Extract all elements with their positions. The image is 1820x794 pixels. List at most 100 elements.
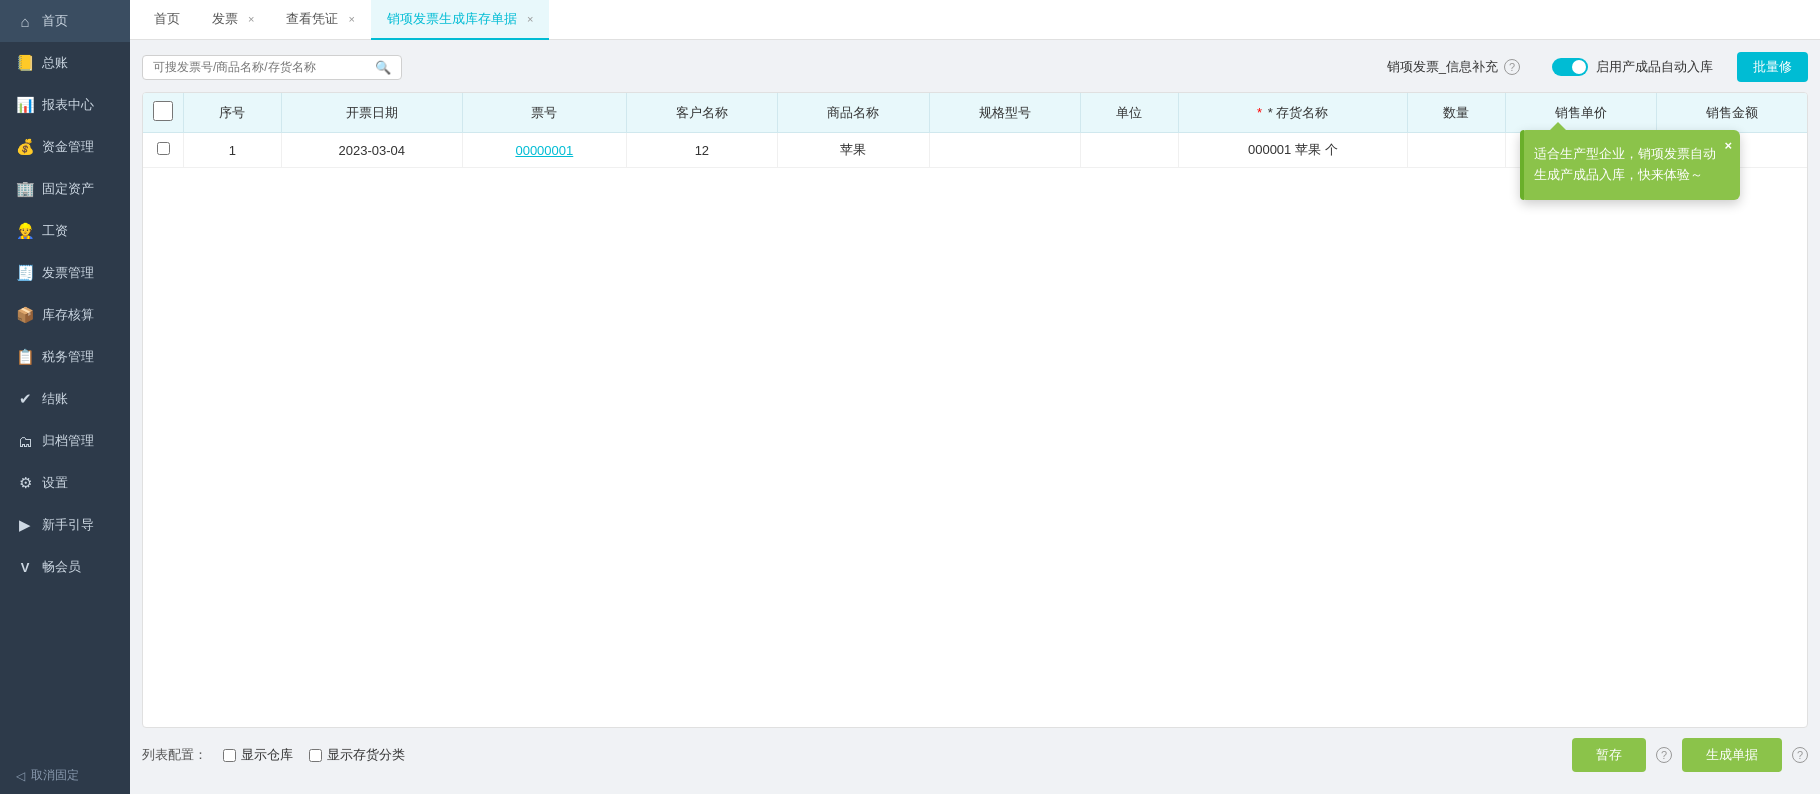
tooltip-close-button[interactable]: ×: [1724, 136, 1732, 157]
sidebar-item-label: 结账: [42, 390, 68, 408]
show-inventory-category-checkbox-item[interactable]: 显示存货分类: [309, 746, 405, 764]
sidebar-item-home[interactable]: ⌂ 首页: [0, 0, 130, 42]
search-input[interactable]: [153, 60, 369, 74]
assets-icon: 🏢: [16, 180, 34, 198]
show-warehouse-label: 显示仓库: [241, 746, 293, 764]
save-button[interactable]: 暂存: [1572, 738, 1646, 772]
tab-invoice-close[interactable]: ×: [248, 13, 254, 25]
sidebar-item-settlement[interactable]: ✔ 结账: [0, 378, 130, 420]
sidebar-item-ledger[interactable]: 📒 总账: [0, 42, 130, 84]
auto-instock-toggle[interactable]: [1552, 58, 1588, 76]
sidebar-item-inventory[interactable]: 📦 库存核算: [0, 294, 130, 336]
list-config-label: 列表配置：: [142, 746, 207, 764]
sidebar-item-label: 固定资产: [42, 180, 94, 198]
tab-bar: 首页 发票 × 查看凭证 × 销项发票生成库存单据 ×: [130, 0, 1820, 40]
toggle-label: 启用产成品自动入库: [1596, 58, 1713, 76]
tab-voucher-label: 查看凭证: [286, 10, 338, 28]
col-header-seq: 序号: [184, 93, 282, 133]
cell-number: 00000001: [463, 133, 627, 168]
tab-main-label: 销项发票生成库存单据: [387, 10, 517, 28]
unpin-icon: ◁: [16, 769, 25, 783]
toolbar-row: 🔍 销项发票_信息补充 ? 启用产成品自动入库 批量修: [142, 52, 1808, 82]
tab-main[interactable]: 销项发票生成库存单据 ×: [371, 0, 549, 40]
sidebar-item-label: 资金管理: [42, 138, 94, 156]
invoice-link[interactable]: 00000001: [515, 143, 573, 158]
col-header-unit: 单位: [1081, 93, 1179, 133]
archive-icon: 🗂: [16, 432, 34, 450]
sidebar-item-label: 报表中心: [42, 96, 94, 114]
save-help-icon[interactable]: ?: [1656, 747, 1672, 763]
row-checkbox[interactable]: [157, 142, 170, 155]
col-header-spec: 规格型号: [929, 93, 1080, 133]
col-header-checkbox: [143, 93, 184, 133]
tooltip-text: 适合生产型企业，销项发票自动生成产成品入库，快来体验～: [1534, 146, 1716, 182]
cell-inventory: 000001 苹果 个: [1178, 133, 1408, 168]
sidebar-item-label: 新手引导: [42, 516, 94, 534]
home-icon: ⌂: [16, 12, 34, 30]
sidebar: ⌂ 首页 📒 总账 📊 报表中心 💰 资金管理 🏢 固定资产 👷 工资 🧾 发票…: [0, 0, 130, 794]
select-all-checkbox[interactable]: [153, 101, 173, 121]
sidebar-item-label: 设置: [42, 474, 68, 492]
info-label-text: 销项发票_信息补充: [1387, 58, 1498, 76]
show-warehouse-checkbox[interactable]: [223, 749, 236, 762]
bottom-bar: 列表配置： 显示仓库 显示存货分类 暂存 ? 生成单据 ?: [142, 728, 1808, 782]
funds-icon: 💰: [16, 138, 34, 156]
sidebar-item-label: 首页: [42, 12, 68, 30]
show-inventory-category-checkbox[interactable]: [309, 749, 322, 762]
col-header-price: 销售单价: [1505, 93, 1656, 133]
info-help-icon[interactable]: ?: [1504, 59, 1520, 75]
toggle-area: 启用产成品自动入库: [1552, 58, 1713, 76]
sidebar-item-guide[interactable]: ▶ 新手引导: [0, 504, 130, 546]
inventory-icon: 📦: [16, 306, 34, 324]
generate-help-icon[interactable]: ?: [1792, 747, 1808, 763]
invoice-mgmt-icon: 🧾: [16, 264, 34, 282]
cell-checkbox: [143, 133, 184, 168]
sidebar-item-label: 库存核算: [42, 306, 94, 324]
sidebar-item-vip[interactable]: V 畅会员: [0, 546, 130, 588]
sidebar-item-funds[interactable]: 💰 资金管理: [0, 126, 130, 168]
show-warehouse-checkbox-item[interactable]: 显示仓库: [223, 746, 293, 764]
cell-product: 苹果: [778, 133, 929, 168]
sidebar-item-label: 归档管理: [42, 432, 94, 450]
batch-button[interactable]: 批量修: [1737, 52, 1808, 82]
tab-invoice[interactable]: 发票 ×: [196, 0, 270, 40]
col-header-qty: 数量: [1408, 93, 1506, 133]
sidebar-item-reports[interactable]: 📊 报表中心: [0, 84, 130, 126]
sidebar-item-invoice-mgmt[interactable]: 🧾 发票管理: [0, 252, 130, 294]
tab-invoice-label: 发票: [212, 10, 238, 28]
sidebar-item-tax[interactable]: 📋 税务管理: [0, 336, 130, 378]
col-header-date: 开票日期: [281, 93, 463, 133]
sidebar-item-label: 总账: [42, 54, 68, 72]
cell-spec: [929, 133, 1080, 168]
tab-main-close[interactable]: ×: [527, 13, 533, 25]
ledger-icon: 📒: [16, 54, 34, 72]
sidebar-bottom-label: 取消固定: [31, 767, 79, 784]
sidebar-item-labor[interactable]: 👷 工资: [0, 210, 130, 252]
sidebar-item-settings[interactable]: ⚙ 设置: [0, 462, 130, 504]
cell-customer: 12: [626, 133, 777, 168]
col-header-number: 票号: [463, 93, 627, 133]
col-header-inventory: * * 存货名称: [1178, 93, 1408, 133]
sidebar-item-label: 发票管理: [42, 264, 94, 282]
tax-icon: 📋: [16, 348, 34, 366]
settlement-icon: ✔: [16, 390, 34, 408]
labor-icon: 👷: [16, 222, 34, 240]
vip-icon: V: [16, 558, 34, 576]
generate-button[interactable]: 生成单据: [1682, 738, 1782, 772]
settings-icon: ⚙: [16, 474, 34, 492]
guide-icon: ▶: [16, 516, 34, 534]
tab-home[interactable]: 首页: [138, 0, 196, 40]
tab-voucher[interactable]: 查看凭证 ×: [270, 0, 370, 40]
sidebar-item-label: 工资: [42, 222, 68, 240]
cell-date: 2023-03-04: [281, 133, 463, 168]
tab-voucher-close[interactable]: ×: [348, 13, 354, 25]
cell-seq: 1: [184, 133, 282, 168]
sidebar-item-archive[interactable]: 🗂 归档管理: [0, 420, 130, 462]
sidebar-unpin[interactable]: ◁ 取消固定: [0, 757, 130, 794]
cell-qty: [1408, 133, 1506, 168]
cell-unit: [1081, 133, 1179, 168]
col-header-customer: 客户名称: [626, 93, 777, 133]
main-area: 首页 发票 × 查看凭证 × 销项发票生成库存单据 × 🔍 销项发票_信息补充 …: [130, 0, 1820, 794]
search-box[interactable]: 🔍: [142, 55, 402, 80]
sidebar-item-assets[interactable]: 🏢 固定资产: [0, 168, 130, 210]
